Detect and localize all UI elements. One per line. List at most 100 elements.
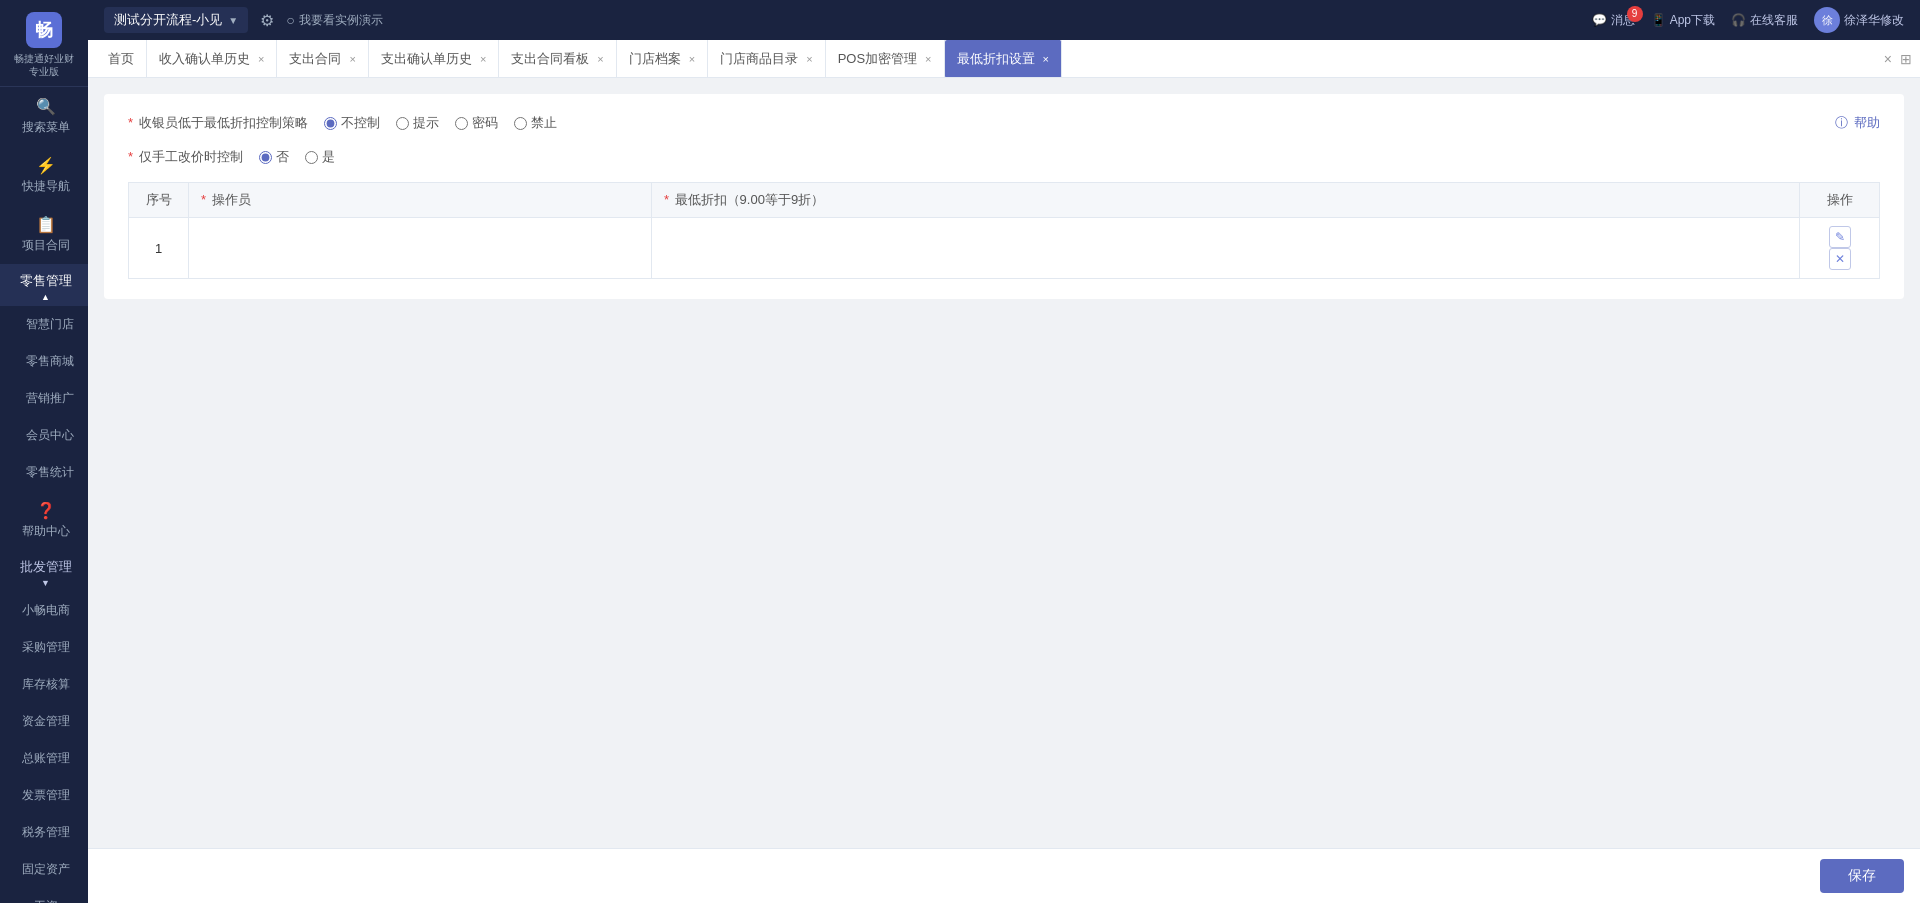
help-link[interactable]: ⓘ 帮助 — [1835, 114, 1880, 132]
tab-close-icon[interactable]: × — [258, 40, 264, 78]
tab-pos-password[interactable]: POS加密管理 × — [826, 40, 945, 78]
project-name: 测试分开流程-小见 — [114, 11, 222, 29]
manual-price-yes[interactable]: 是 — [305, 148, 335, 166]
manual-price-no-label: 否 — [276, 148, 289, 166]
sidebar-item-wholesale[interactable]: 批发管理 ▼ — [0, 550, 88, 592]
sidebar-item-assets[interactable]: 固定资产 — [0, 851, 88, 888]
strategy-radio-forbid[interactable] — [514, 117, 527, 130]
topbar-project-selector[interactable]: 测试分开流程-小见 ▼ — [104, 7, 248, 33]
sidebar-item-stats[interactable]: 零售统计 — [0, 454, 88, 491]
topbar-app-download[interactable]: 📱 App下载 — [1651, 12, 1715, 29]
manual-price-no[interactable]: 否 — [259, 148, 289, 166]
manual-price-row: * 仅手工改价时控制 否 是 — [128, 148, 1880, 166]
col-seq: 序号 — [129, 183, 189, 218]
sidebar-item-member[interactable]: 会员中心 — [0, 417, 88, 454]
download-icon: 📱 — [1651, 13, 1666, 27]
sidebar-item-marketing[interactable]: 营销推广 — [0, 380, 88, 417]
sidebar-item-label: 快捷导航 — [22, 178, 70, 195]
tab-payment-contract[interactable]: 支出合同 × — [277, 40, 368, 78]
message-icon: 💬 — [1592, 13, 1607, 27]
strategy-radio-remind[interactable] — [396, 117, 409, 130]
close-tab-button[interactable]: × — [1884, 51, 1892, 67]
discount-table: 序号 * 操作员 * 最低折扣（9.00等于9折） 操作 — [128, 182, 1880, 279]
tab-income-confirm[interactable]: 收入确认单历史 × — [147, 40, 277, 78]
help-label: 帮助 — [1854, 115, 1880, 130]
manual-price-radio-group: 否 是 — [259, 148, 335, 166]
sidebar-item-label: 零售统计 — [26, 464, 74, 481]
strategy-password[interactable]: 密码 — [455, 114, 498, 132]
sidebar-item-tax[interactable]: 税务管理 — [0, 814, 88, 851]
sidebar-item-label: 资金管理 — [22, 713, 70, 730]
tabbar-controls: × ⊞ — [1876, 51, 1912, 67]
topbar-customer-service[interactable]: 🎧 在线客服 — [1731, 12, 1798, 29]
sidebar-item-smart-store[interactable]: 智慧门店 — [0, 306, 88, 343]
tabbar: 首页 收入确认单历史 × 支出合同 × 支出确认单历史 × 支出合同看板 × 门… — [88, 40, 1920, 78]
save-button[interactable]: 保存 — [1820, 859, 1904, 893]
message-badge: 9 — [1627, 6, 1643, 22]
sidebar-item-search[interactable]: 🔍 搜索菜单 — [0, 87, 88, 146]
tab-store-file[interactable]: 门店档案 × — [617, 40, 708, 78]
tab-close-icon[interactable]: × — [1043, 40, 1049, 78]
strategy-radio-group: 不控制 提示 密码 禁止 — [324, 114, 557, 132]
tab-close-icon[interactable]: × — [480, 40, 486, 78]
sidebar-item-ecommerce[interactable]: 小畅电商 — [0, 592, 88, 629]
tab-close-icon[interactable]: × — [349, 40, 355, 78]
tab-close-icon[interactable]: × — [925, 40, 931, 78]
sidebar-item-label: 零售商城 — [26, 353, 74, 370]
strategy-no-control[interactable]: 不控制 — [324, 114, 380, 132]
tab-payment-board[interactable]: 支出合同看板 × — [499, 40, 616, 78]
edit-row-button[interactable]: ✎ — [1829, 226, 1851, 248]
topbar-message[interactable]: 💬 消息 9 — [1592, 12, 1635, 29]
manual-price-radio-no[interactable] — [259, 151, 272, 164]
tab-store-goods[interactable]: 门店商品目录 × — [708, 40, 825, 78]
manual-price-radio-yes[interactable] — [305, 151, 318, 164]
sidebar-item-help[interactable]: ❓ 帮助中心 — [0, 491, 88, 550]
sidebar-item-project[interactable]: 📋 项目合同 — [0, 205, 88, 264]
sidebar-item-label: 固定资产 — [22, 861, 70, 878]
sidebar-item-finance[interactable]: 资金管理 — [0, 703, 88, 740]
tab-label: 最低折扣设置 — [957, 40, 1035, 78]
manual-price-yes-label: 是 — [322, 148, 335, 166]
table-cell-actions: ✎ ✕ — [1800, 218, 1880, 279]
tab-label: 门店档案 — [629, 40, 681, 78]
sidebar-item-shortcut[interactable]: ⚡ 快捷导航 — [0, 146, 88, 205]
sidebar-item-online-shop[interactable]: 零售商城 — [0, 343, 88, 380]
project-icon: 📋 — [36, 215, 56, 234]
sidebar-item-label: 采购管理 — [22, 639, 70, 656]
expand-tab-button[interactable]: ⊞ — [1900, 51, 1912, 67]
play-icon: ○ — [286, 12, 294, 28]
sidebar-item-label: 总账管理 — [22, 750, 70, 767]
footer: 保存 — [88, 848, 1920, 903]
sidebar-item-inventory[interactable]: 库存核算 — [0, 666, 88, 703]
required-mark: * — [128, 149, 133, 164]
sidebar-logo: 畅 畅捷通好业财 专业版 — [0, 0, 88, 87]
tab-close-icon[interactable]: × — [806, 40, 812, 78]
strategy-radio-no-control[interactable] — [324, 117, 337, 130]
topbar-demo-button[interactable]: ○ 我要看实例演示 — [286, 12, 382, 29]
sidebar-item-label: 项目合同 — [22, 237, 70, 254]
sidebar-item-label: 会员中心 — [26, 427, 74, 444]
delete-row-button[interactable]: ✕ — [1829, 248, 1851, 270]
strategy-row: * 收银员低于最低折扣控制策略 不控制 提示 密码 — [128, 114, 1880, 132]
tab-payment-confirm[interactable]: 支出确认单历史 × — [369, 40, 499, 78]
table-header-row: 序号 * 操作员 * 最低折扣（9.00等于9折） 操作 — [129, 183, 1880, 218]
avatar: 徐 — [1814, 7, 1840, 33]
sidebar-item-invoice[interactable]: 发票管理 — [0, 777, 88, 814]
sidebar-item-retail[interactable]: 零售管理 ▲ — [0, 264, 88, 306]
tab-close-icon[interactable]: × — [597, 40, 603, 78]
manual-price-label: * 仅手工改价时控制 — [128, 148, 243, 166]
strategy-password-label: 密码 — [472, 114, 498, 132]
sidebar-item-accounting[interactable]: 总账管理 — [0, 740, 88, 777]
sidebar-item-purchase[interactable]: 采购管理 — [0, 629, 88, 666]
service-icon: 🎧 — [1731, 13, 1746, 27]
help-icon: ❓ — [36, 501, 56, 520]
strategy-forbid[interactable]: 禁止 — [514, 114, 557, 132]
sidebar-item-payroll[interactable]: 工资 — [0, 888, 88, 903]
topbar-user[interactable]: 徐 徐泽华修改 — [1814, 7, 1904, 33]
strategy-radio-password[interactable] — [455, 117, 468, 130]
tab-close-icon[interactable]: × — [689, 40, 695, 78]
tab-home[interactable]: 首页 — [96, 40, 147, 78]
topbar-settings-button[interactable]: ⚙ — [260, 11, 274, 30]
strategy-remind[interactable]: 提示 — [396, 114, 439, 132]
tab-min-discount[interactable]: 最低折扣设置 × — [945, 40, 1062, 78]
